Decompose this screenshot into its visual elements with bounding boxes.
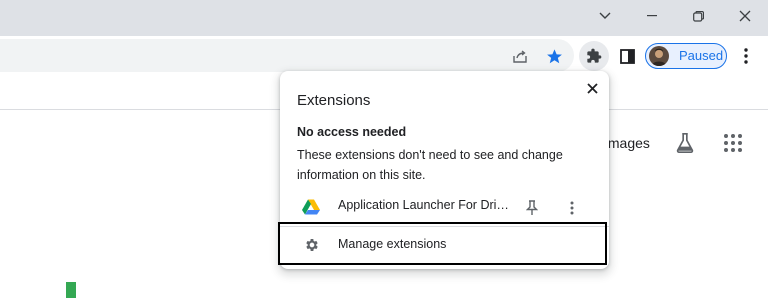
- images-link[interactable]: Images: [604, 135, 650, 151]
- pin-extension-button[interactable]: [522, 197, 542, 219]
- profile-status: Paused: [679, 48, 724, 63]
- google-drive-icon: [302, 199, 320, 217]
- gear-icon: [304, 237, 320, 253]
- extensions-popup: Extensions No access needed These extens…: [278, 71, 609, 269]
- extension-item[interactable]: Application Launcher For Drive (by Googl…: [280, 192, 609, 226]
- address-bar[interactable]: [0, 39, 574, 72]
- chevron-down-icon: [599, 12, 611, 19]
- puzzle-icon: [587, 48, 602, 63]
- minimize-button[interactable]: [629, 0, 675, 32]
- profile-button[interactable]: Paused: [645, 43, 727, 69]
- extension-name: Application Launcher For Drive (by Googl…: [338, 198, 513, 212]
- section-description: These extensions don't need to see and c…: [297, 148, 563, 182]
- restore-icon: [692, 10, 704, 22]
- avatar: [649, 46, 669, 66]
- apps-grid-icon: [724, 134, 742, 152]
- extension-menu-button[interactable]: [562, 197, 582, 219]
- labs-button[interactable]: [674, 132, 696, 154]
- side-panel-icon: [619, 48, 635, 64]
- close-icon: [586, 82, 598, 94]
- logo-fragment: [66, 282, 76, 298]
- tab-search-button[interactable]: [582, 0, 628, 32]
- chrome-menu-button[interactable]: [733, 43, 759, 69]
- star-icon: [546, 48, 562, 63]
- popup-close-button[interactable]: [582, 78, 602, 98]
- popup-title: Extensions: [297, 92, 371, 109]
- close-window-button[interactable]: [722, 0, 768, 32]
- side-panel-button[interactable]: [614, 43, 640, 69]
- close-icon: [739, 10, 751, 22]
- kebab-icon: [570, 201, 574, 215]
- google-apps-button[interactable]: [722, 132, 744, 154]
- bookmark-button[interactable]: [541, 43, 567, 69]
- restore-button[interactable]: [675, 0, 721, 32]
- minimize-icon: [647, 15, 657, 17]
- section-heading: No access needed: [297, 125, 407, 139]
- flask-icon: [676, 133, 694, 153]
- share-button[interactable]: [507, 43, 533, 69]
- extensions-button[interactable]: [579, 41, 609, 71]
- kebab-icon: [744, 48, 748, 64]
- manage-extensions-button[interactable]: Manage extensions: [278, 222, 607, 265]
- share-icon: [513, 50, 527, 63]
- pin-icon: [526, 200, 538, 215]
- manage-extensions-label: Manage extensions: [338, 237, 447, 251]
- title-bar: [0, 0, 768, 36]
